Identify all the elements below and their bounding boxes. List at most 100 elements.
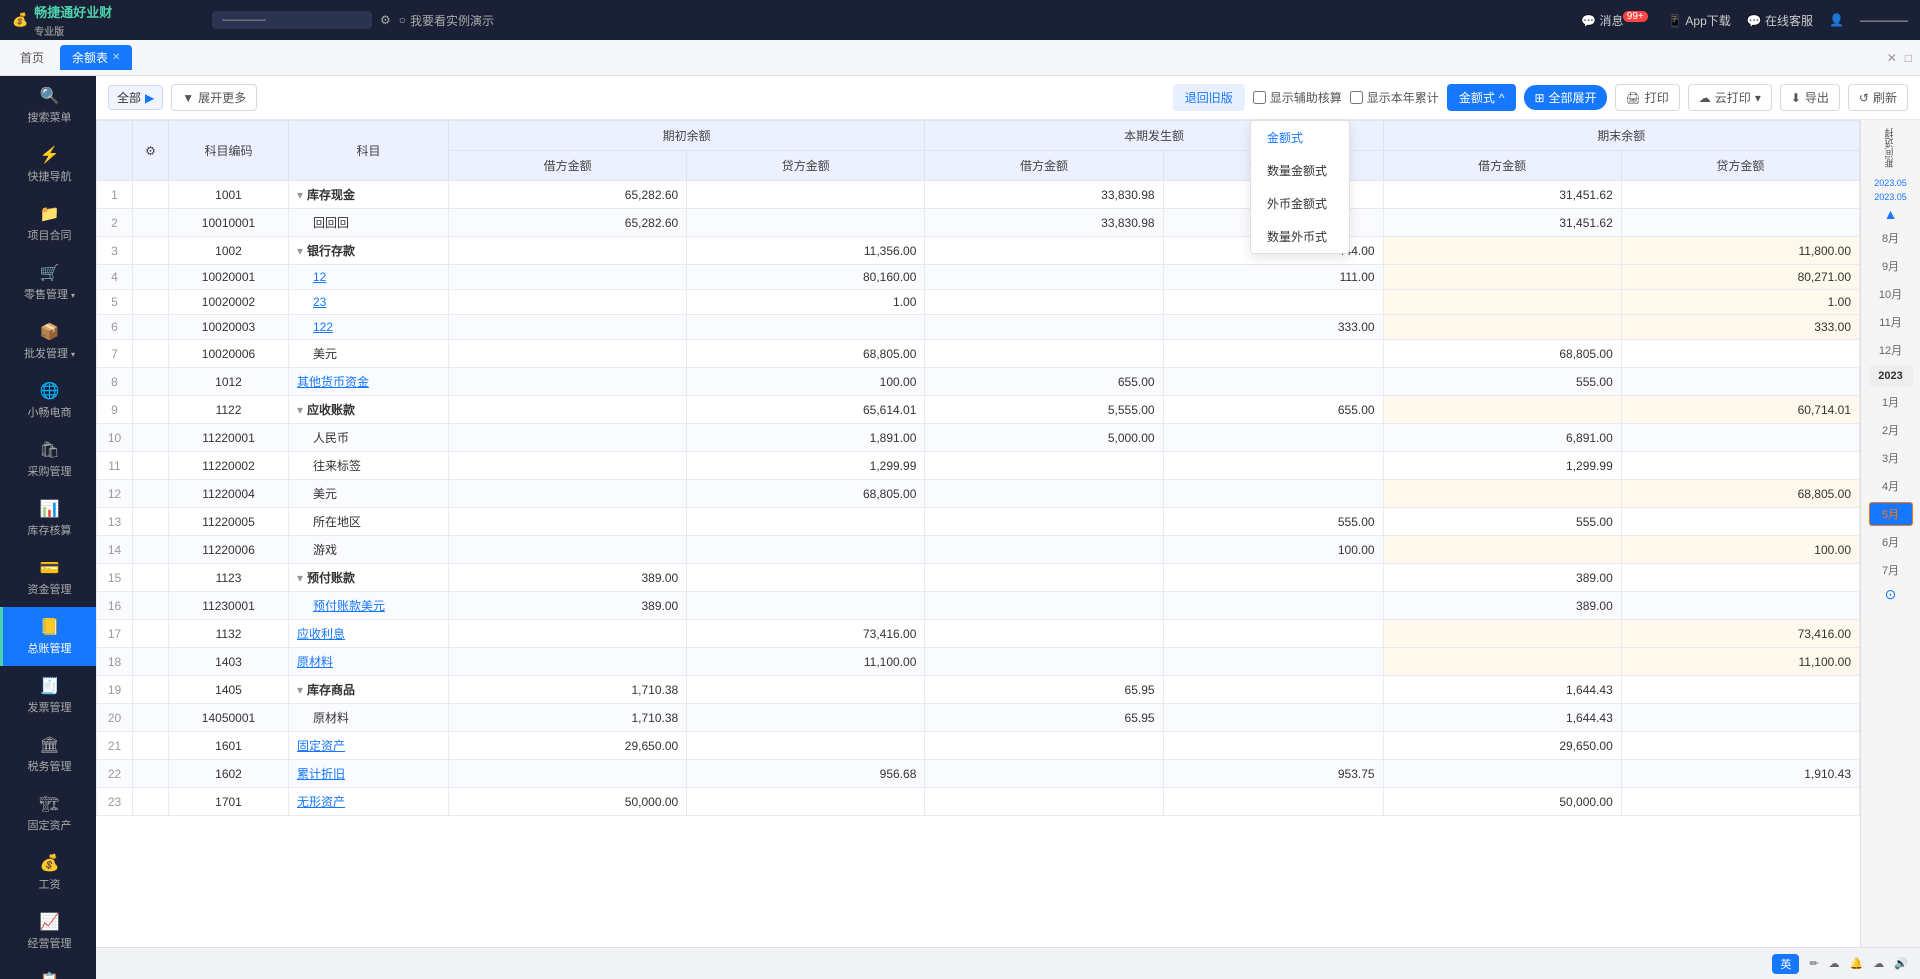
month-9[interactable]: 9月 <box>1869 254 1913 278</box>
sidebar-item-payroll[interactable]: 💰 工资 <box>0 843 96 902</box>
sidebar-item-fixed-assets[interactable]: 🏗 固定资产 <box>0 784 96 843</box>
sidebar-item-operations[interactable]: 📈 经营管理 <box>0 902 96 961</box>
period-from[interactable]: 2023.05 <box>1874 178 1907 188</box>
sidebar-item-label: 批发管理 <box>24 348 68 360</box>
sidebar-item-purchase[interactable]: 🛍 采购管理 <box>0 430 96 489</box>
sidebar-item-label: 快捷导航 <box>28 171 72 183</box>
sidebar-item-wholesale[interactable]: 📦 批发管理 ▾ <box>0 312 96 371</box>
show-auxiliary-check[interactable]: 显示辅助核算 <box>1253 89 1342 106</box>
sidebar-item-tax[interactable]: 🏛 税务管理 <box>0 725 96 784</box>
refresh-btn[interactable]: ↺ 刷新 <box>1848 84 1908 111</box>
month-3[interactable]: 3月 <box>1869 446 1913 470</box>
op-credit: 1,299.99 <box>687 452 925 480</box>
sidebar-item-shortcut[interactable]: ⚡ 快捷导航 <box>0 135 96 194</box>
table-row: 1411220006游戏100.00100.00 <box>97 536 1860 564</box>
sidebar-item-label: 固定资产 <box>28 820 72 832</box>
dropdown-item-amount[interactable]: 金额式 <box>1251 121 1349 154</box>
sidebar-item-label: 搜索菜单 <box>28 112 72 124</box>
month-6[interactable]: 6月 <box>1869 530 1913 554</box>
row-name[interactable]: 累计折旧 <box>289 760 449 788</box>
back-old-version-btn[interactable]: 退回旧版 <box>1173 84 1245 111</box>
col-cl-debit: 借方金额 <box>1383 151 1621 181</box>
month-12[interactable]: 12月 <box>1869 338 1913 362</box>
main-layout: 🔍 搜索菜单 ⚡ 快捷导航 📁 项目合同 🛒 零售管理 ▾ 📦 批发管理 ▾ 🌐… <box>0 76 1920 979</box>
address-bar[interactable]: ———— <box>212 11 372 29</box>
settings-btn[interactable]: ⚙ <box>380 13 391 27</box>
cloud-print-btn[interactable]: ☁ 云打印 ▾ <box>1688 84 1772 111</box>
export-btn[interactable]: ⬇ 导出 <box>1780 84 1840 111</box>
period-to[interactable]: 2023.05 <box>1874 192 1907 202</box>
sidebar-item-accounting[interactable]: 📒 总账管理 <box>0 607 96 666</box>
cloud-save-icon[interactable]: ☁ <box>1829 957 1840 970</box>
filter-arrow[interactable]: ▶ <box>145 91 154 105</box>
month-2[interactable]: 2月 <box>1869 418 1913 442</box>
row-name[interactable]: 原材料 <box>289 648 449 676</box>
month-11[interactable]: 11月 <box>1869 310 1913 334</box>
dropdown-item-qty-fx[interactable]: 数量外币式 <box>1251 220 1349 253</box>
row-code: 11220006 <box>169 536 289 564</box>
month-5[interactable]: 5月 <box>1869 502 1913 526</box>
p-credit: 953.75 <box>1163 760 1383 788</box>
row-name[interactable]: 其他货币资金 <box>289 368 449 396</box>
period-down-btn[interactable]: ⊙ <box>1885 586 1897 603</box>
row-name[interactable]: 122 <box>289 315 449 340</box>
online-service-btn[interactable]: 💬 在线客服 <box>1747 12 1813 29</box>
sync-icon[interactable]: ☁ <box>1873 957 1884 970</box>
sidebar-item-inventory[interactable]: 📊 库存核算 <box>0 489 96 548</box>
sidebar-item-capital[interactable]: 💳 资金管理 <box>0 548 96 607</box>
notification-icon[interactable]: 🔔 <box>1850 957 1864 970</box>
volume-icon[interactable]: 🔊 <box>1894 957 1908 970</box>
expand-all-btn[interactable]: ⊞ 全部展开 <box>1524 85 1606 110</box>
tab-minimize[interactable]: ✕ <box>1887 51 1897 65</box>
row-settings <box>133 508 169 536</box>
ytd-checkbox[interactable] <box>1350 91 1363 104</box>
period-up-btn[interactable]: ▲ <box>1884 206 1898 222</box>
app-download-btn[interactable]: 📱 App下载 <box>1668 12 1731 29</box>
sidebar-item-search[interactable]: 🔍 搜索菜单 <box>0 76 96 135</box>
month-7[interactable]: 7月 <box>1869 558 1913 582</box>
row-name[interactable]: 无形资产 <box>289 788 449 816</box>
row-name[interactable]: 预付账款美元 <box>289 592 449 620</box>
mode-btn[interactable]: 金额式 ^ <box>1447 84 1517 111</box>
expand-more-btn[interactable]: ▼ 展开更多 <box>171 84 257 111</box>
print-btn[interactable]: 🖨 打印 <box>1615 84 1680 111</box>
tab-maximize[interactable]: □ <box>1905 51 1912 65</box>
sidebar-item-retail[interactable]: 🛒 零售管理 ▾ <box>0 253 96 312</box>
demo-link[interactable]: ○ 我要看实例演示 <box>399 12 494 29</box>
sidebar-item-invoice[interactable]: 🧾 发票管理 <box>0 666 96 725</box>
month-8[interactable]: 8月 <box>1869 226 1913 250</box>
month-1[interactable]: 1月 <box>1869 390 1913 414</box>
op-debit: 65,282.60 <box>449 209 687 237</box>
cl-credit <box>1621 368 1859 396</box>
dropdown-item-fx-amount[interactable]: 外币金额式 <box>1251 187 1349 220</box>
row-name[interactable]: 应收利息 <box>289 620 449 648</box>
month-4[interactable]: 4月 <box>1869 474 1913 498</box>
p-debit: 655.00 <box>925 368 1163 396</box>
show-ytd-check[interactable]: 显示本年累计 <box>1350 89 1439 106</box>
row-name[interactable]: 固定资产 <box>289 732 449 760</box>
auxiliary-checkbox[interactable] <box>1253 91 1266 104</box>
lang-toggle-btn[interactable]: 英 <box>1772 954 1799 974</box>
op-debit <box>449 396 687 424</box>
sidebar-item-ecommerce[interactable]: 🌐 小畅电商 <box>0 371 96 430</box>
tab-balance-close[interactable]: ✕ <box>112 52 120 63</box>
sidebar-item-project[interactable]: 📁 项目合同 <box>0 194 96 253</box>
inventory-icon: 📊 <box>11 499 88 519</box>
col-settings[interactable]: ⚙ <box>133 121 169 181</box>
user-avatar[interactable]: 👤 <box>1829 13 1844 27</box>
cl-credit: 1.00 <box>1621 290 1859 315</box>
table-container[interactable]: ⚙ 科目编码 科目 期初余额 本期发生额 期末余额 借方金额 贷方金额 借方金额… <box>96 120 1860 947</box>
edit-icon[interactable]: ✏ <box>1809 957 1818 970</box>
filter-tag[interactable]: 全部 ▶ <box>108 85 163 110</box>
tab-balance[interactable]: 余额表 ✕ <box>60 45 132 70</box>
table-row: 210010001回回回65,282.6033,830.9831,451.62 <box>97 209 1860 237</box>
row-name[interactable]: 12 <box>289 265 449 290</box>
tab-home[interactable]: 首页 <box>8 45 56 70</box>
month-10[interactable]: 10月 <box>1869 282 1913 306</box>
sidebar-item-expense[interactable]: 📋 小畅报销 <box>0 961 96 979</box>
year-2023[interactable]: 2023 <box>1869 366 1913 386</box>
dropdown-item-qty-amount[interactable]: 数量金额式 <box>1251 154 1349 187</box>
message-btn[interactable]: 💬 消息 99+ <box>1581 12 1652 29</box>
table-row: 510020002231.001.00 <box>97 290 1860 315</box>
row-name[interactable]: 23 <box>289 290 449 315</box>
